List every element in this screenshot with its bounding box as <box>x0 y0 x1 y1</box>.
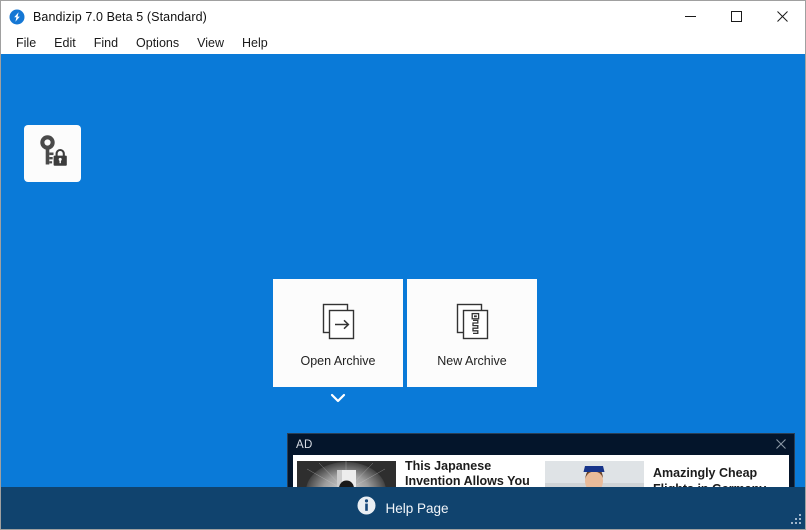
main-canvas: Open Archive New Archive AD This Japanes… <box>1 54 805 487</box>
ad-text: This Japanese Invention Allows You To In… <box>405 459 537 487</box>
flight-attendant-photo <box>545 460 644 487</box>
ad-close-button[interactable] <box>772 435 790 453</box>
action-buttons: Open Archive New Archive <box>273 279 537 387</box>
new-archive-label: New Archive <box>437 354 507 368</box>
ad-item[interactable]: This Japanese Invention Allows You To In… <box>293 455 541 487</box>
window-controls <box>667 1 805 32</box>
status-bar: Help Page <box>1 487 805 529</box>
open-archive-icon <box>318 298 358 344</box>
minimize-button[interactable] <box>667 1 713 32</box>
resize-grip-icon[interactable] <box>788 513 802 527</box>
ad-label: AD <box>296 438 313 451</box>
key-lock-icon <box>34 132 72 175</box>
menu-item-find[interactable]: Find <box>85 34 127 52</box>
translator-device-photo <box>297 460 396 487</box>
ad-headline: This Japanese Invention Allows You To In… <box>405 458 530 487</box>
open-archive-label: Open Archive <box>300 354 376 368</box>
ad-text: Amazingly Cheap Flights in Germany Trips… <box>653 466 785 487</box>
chevron-down-icon <box>330 390 346 408</box>
help-page-button[interactable]: Help Page <box>357 496 449 520</box>
password-key-tile[interactable] <box>24 125 81 182</box>
menu-item-help[interactable]: Help <box>233 34 277 52</box>
new-archive-button[interactable]: New Archive <box>407 279 537 387</box>
window-title: Bandizip 7.0 Beta 5 (Standard) <box>33 9 207 24</box>
menu-bar: File Edit Find Options View Help <box>1 32 805 54</box>
bandizip-logo-icon <box>9 9 25 25</box>
title-bar: Bandizip 7.0 Beta 5 (Standard) <box>1 1 805 32</box>
ad-body: This Japanese Invention Allows You To In… <box>293 455 789 487</box>
menu-item-view[interactable]: View <box>188 34 233 52</box>
menu-item-file[interactable]: File <box>7 34 45 52</box>
info-icon <box>357 496 376 520</box>
bandizip-main-window: Bandizip 7.0 Beta 5 (Standard) File Edit… <box>0 0 806 530</box>
menu-item-options[interactable]: Options <box>127 34 188 52</box>
ad-panel: AD This Japanese Invention Allows You Am… <box>287 433 795 487</box>
open-archive-button[interactable]: Open Archive <box>273 279 403 387</box>
ad-headline: Amazingly Cheap Flights in Germany <box>653 465 766 487</box>
maximize-button[interactable] <box>713 1 759 32</box>
new-archive-icon <box>452 298 492 344</box>
close-button[interactable] <box>759 1 805 32</box>
menu-item-edit[interactable]: Edit <box>45 34 85 52</box>
expand-more-button[interactable] <box>273 389 403 409</box>
help-page-label: Help Page <box>385 500 449 516</box>
ad-header: AD <box>288 434 794 455</box>
ad-item[interactable]: Amazingly Cheap Flights in Germany Trips… <box>541 455 789 487</box>
